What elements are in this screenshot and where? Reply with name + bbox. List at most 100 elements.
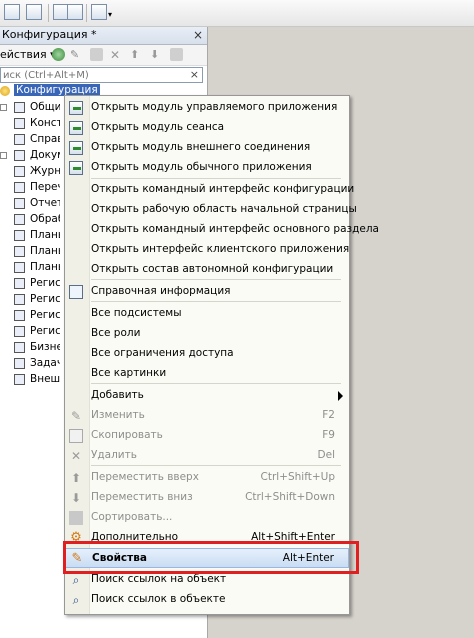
tree-item[interactable]: Бизнес xyxy=(0,340,60,356)
menu-item-label: Поиск ссылок на объект xyxy=(91,573,227,585)
search-input[interactable] xyxy=(1,69,188,82)
menu-item-label: Открыть рабочую область начальной страни… xyxy=(91,203,357,215)
tree-item[interactable]: Внешни xyxy=(0,372,60,388)
tree-item-icon xyxy=(14,326,25,337)
menu-item-label: Изменить xyxy=(91,409,145,421)
add-icon[interactable] xyxy=(52,48,65,61)
tree-item-label: Отчеты xyxy=(30,197,60,209)
copy-icon[interactable] xyxy=(90,48,103,61)
toolbar-button-5[interactable] xyxy=(91,4,107,20)
menu-item-label: Открыть модуль обычного приложения xyxy=(91,161,312,173)
panel-actions-bar: ействия ▾ ✎ ✕ ⬆ ⬇ xyxy=(0,45,207,66)
clear-search-icon[interactable]: × xyxy=(190,68,199,81)
expand-icon[interactable] xyxy=(0,152,7,159)
tree-item[interactable]: Регистр xyxy=(0,292,60,308)
menu-item[interactable]: Открыть состав автономной конфигурации xyxy=(65,260,349,280)
panel-title-bar: Конфигурация * × xyxy=(0,27,207,45)
delete-icon[interactable]: ✕ xyxy=(110,48,123,62)
tree-item-icon xyxy=(14,182,25,193)
tree-item-label: Внешни xyxy=(30,373,60,385)
tree-item[interactable]: Журнал xyxy=(0,164,60,180)
menu-item[interactable]: Сортировать... xyxy=(65,508,349,528)
tree-item[interactable]: Общие xyxy=(0,100,60,116)
menu-item[interactable]: Открыть модуль управляемого приложения xyxy=(65,98,349,118)
menu-item[interactable]: Все подсистемы xyxy=(65,304,349,324)
search-field[interactable]: × xyxy=(0,67,203,83)
menu-item[interactable]: ✎ Изменить F2 xyxy=(65,406,349,426)
tree-item-label: Регистр xyxy=(30,293,60,305)
menu-item[interactable]: Все ограничения доступа xyxy=(65,344,349,364)
tree-item-icon xyxy=(14,342,25,353)
menu-item-shortcut: Del xyxy=(317,449,335,461)
expand-icon[interactable] xyxy=(0,104,7,111)
tree-item-icon xyxy=(14,102,25,113)
move-up-icon: ⬆ xyxy=(70,471,82,485)
tree-item[interactable]: Обрабо xyxy=(0,212,60,228)
tree-item[interactable]: Планы с xyxy=(0,244,60,260)
configuration-icon xyxy=(0,86,10,96)
menu-item[interactable]: ⌕ Поиск ссылок в объекте xyxy=(65,590,349,610)
menu-item[interactable]: Все роли xyxy=(65,324,349,344)
menu-item-label: Сортировать... xyxy=(91,511,173,523)
menu-item-label: Поиск ссылок в объекте xyxy=(91,593,226,605)
pencil-icon[interactable]: ✎ xyxy=(70,48,83,61)
tree-item[interactable]: Регистр xyxy=(0,276,60,292)
toolbar-button-1[interactable] xyxy=(4,4,20,20)
search-icon: ⌕ xyxy=(72,573,80,587)
tree-item-icon xyxy=(14,278,25,289)
menu-item[interactable]: Открыть модуль внешнего соединения xyxy=(65,138,349,158)
tree-item[interactable]: Планы в xyxy=(0,228,60,244)
sort-icon[interactable] xyxy=(170,48,183,61)
menu-item[interactable]: ✕ Удалить Del xyxy=(65,446,349,466)
menu-item-label: Открыть состав автономной конфигурации xyxy=(91,263,334,275)
move-up-icon[interactable]: ⬆ xyxy=(130,48,143,61)
tree-item-icon xyxy=(14,262,25,273)
tree-item-icon xyxy=(14,198,25,209)
tree-item[interactable]: Планы о xyxy=(0,260,60,276)
tree-item-label: Планы с xyxy=(30,245,60,257)
menu-item[interactable]: Все картинки xyxy=(65,364,349,384)
menu-item[interactable]: Открыть модуль сеанса xyxy=(65,118,349,138)
actions-menu-button[interactable]: ействия ▾ xyxy=(0,48,56,61)
move-down-icon: ⬇ xyxy=(70,491,82,505)
tree-item[interactable]: Докуме xyxy=(0,148,60,164)
submenu-arrow-icon xyxy=(338,391,343,401)
sort-icon xyxy=(69,511,83,525)
menu-item[interactable]: Скопировать F9 xyxy=(65,426,349,446)
menu-item[interactable]: Открыть рабочую область начальной страни… xyxy=(65,200,357,220)
close-icon[interactable]: × xyxy=(193,27,203,43)
tree-item[interactable]: Отчеты xyxy=(0,196,60,212)
menu-item[interactable]: Открыть модуль обычного приложения xyxy=(65,158,349,178)
toolbar-button-2[interactable] xyxy=(26,4,42,20)
menu-item-label: Открыть модуль управляемого приложения xyxy=(91,101,338,113)
tree-item[interactable]: Перечи xyxy=(0,180,60,196)
tree-item-label: Планы о xyxy=(30,261,60,273)
tree-item-label: Журнал xyxy=(30,165,60,177)
tree-item-label: Докуме xyxy=(30,149,60,161)
menu-item[interactable]: Открыть командный интерфейс основного ра… xyxy=(65,220,379,240)
menu-item[interactable]: Открыть интерфейс клиентского приложения xyxy=(65,240,349,260)
tree-item[interactable]: Задачи xyxy=(0,356,60,372)
chevron-down-icon[interactable]: ▾ xyxy=(108,10,112,19)
tree-item-icon xyxy=(14,310,25,321)
delete-icon: ✕ xyxy=(70,449,82,463)
menu-item[interactable]: Добавить xyxy=(65,386,349,406)
menu-item[interactable]: Справочная информация xyxy=(65,282,349,302)
menu-item[interactable]: ⬇ Переместить вниз Ctrl+Shift+Down xyxy=(65,488,349,508)
menu-item[interactable]: ⬆ Переместить вверх Ctrl+Shift+Up xyxy=(65,468,349,488)
tree-item[interactable]: Регистр xyxy=(0,308,60,324)
menu-item-shortcut: F2 xyxy=(322,409,335,421)
highlight-frame xyxy=(63,541,359,574)
move-down-icon[interactable]: ⬇ xyxy=(150,48,163,61)
toolbar-separator xyxy=(48,4,49,22)
toolbar-button-4[interactable] xyxy=(67,4,83,20)
tree-item[interactable]: Конста xyxy=(0,116,60,132)
help-icon xyxy=(69,285,83,299)
tree-item-icon xyxy=(14,358,25,369)
tree-item[interactable]: Регистр xyxy=(0,324,60,340)
tree-item[interactable]: Справо xyxy=(0,132,60,148)
toolbar-separator xyxy=(86,4,87,22)
tree-item-label: Справо xyxy=(30,133,60,145)
menu-item[interactable]: Открыть командный интерфейс конфигурации xyxy=(65,180,354,200)
module-icon xyxy=(69,101,83,115)
